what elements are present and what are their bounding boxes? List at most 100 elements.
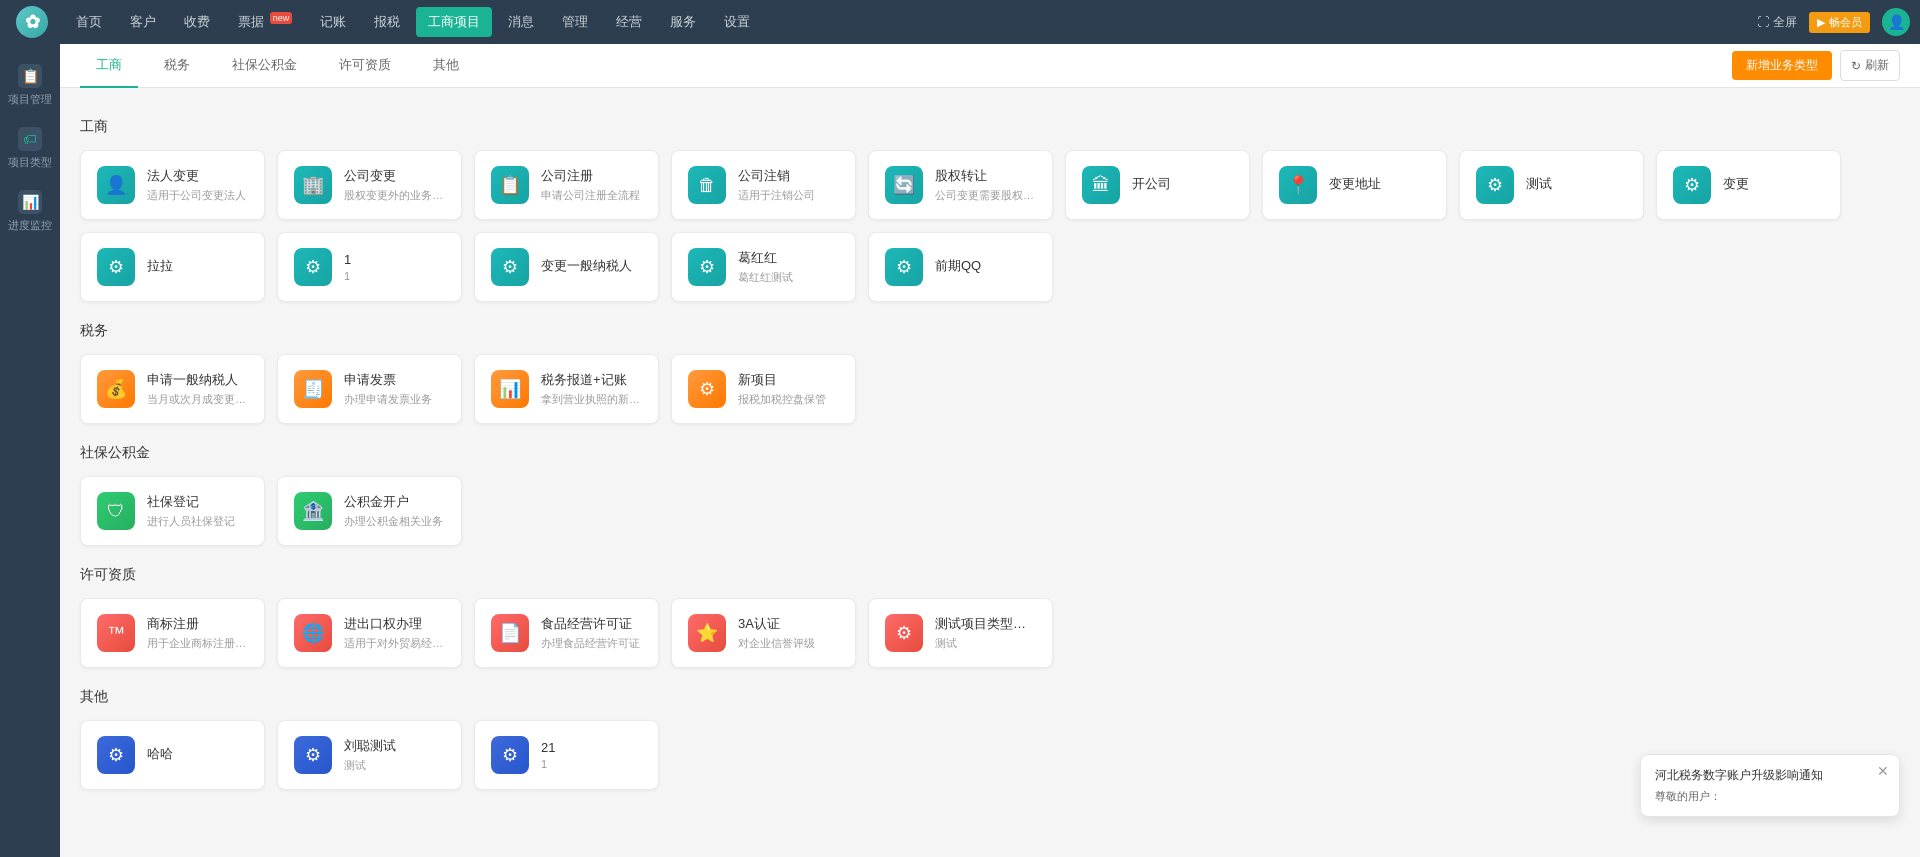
nav-gongshang[interactable]: 工商项目 — [416, 7, 492, 37]
new-type-button[interactable]: 新增业务类型 — [1732, 51, 1832, 80]
card-desc-new-project: 报税加税控盘保管 — [738, 392, 839, 407]
card-name-address: 变更地址 — [1329, 175, 1430, 193]
card-name-company-change: 公司变更 — [344, 167, 445, 185]
shuiwu-cards: 💰 申请一般纳税人 当月或次月成变更完成 🧾 申请发票 办理申请发票业务 📊 税… — [80, 354, 1900, 424]
card-name-lala: 拉拉 — [147, 257, 248, 275]
card-change-tax[interactable]: ⚙ 变更一般纳税人 — [474, 232, 659, 302]
card-icon-shebao-register: 🛡 — [97, 492, 135, 530]
card-desc-equity: 公司变更需要股权转让 — [935, 188, 1036, 203]
card-name-qqcard: 前期QQ — [935, 257, 1036, 275]
card-3a-cert[interactable]: ⭐ 3A认证 对企业信誉评级 — [671, 598, 856, 668]
nav-message[interactable]: 消息 — [496, 7, 546, 37]
nav-bookkeeping[interactable]: 记账 — [308, 7, 358, 37]
card-faren-biangeng[interactable]: 👤 法人变更 适用于公司变更法人 — [80, 150, 265, 220]
nav-operation[interactable]: 经营 — [604, 7, 654, 37]
card-fund-account[interactable]: 🏦 公积金开户 办理公积金相关业务 — [277, 476, 462, 546]
notification-text: 尊敬的用户： — [1655, 788, 1885, 805]
card-one[interactable]: ⚙ 1 1 — [277, 232, 462, 302]
xuke-cards: ™ 商标注册 用于企业商标注册服务 🌐 进出口权办理 适用于对外贸易经营者 📄 … — [80, 598, 1900, 668]
card-trademark[interactable]: ™ 商标注册 用于企业商标注册服务 — [80, 598, 265, 668]
card-company-cancel[interactable]: 🗑 公司注销 适用于注销公司 — [671, 150, 856, 220]
card-icon-21: ⚙ — [491, 736, 529, 774]
card-icon-test1: ⚙ — [1476, 166, 1514, 204]
tab-qita[interactable]: 其他 — [417, 44, 475, 88]
card-desc-company-register: 申请公司注册全流程 — [541, 188, 642, 203]
card-icon-lala: ⚙ — [97, 248, 135, 286]
nav-fee[interactable]: 收费 — [172, 7, 222, 37]
card-name-test-type: 测试项目类型自定义 — [935, 615, 1036, 633]
card-name-test1: 测试 — [1526, 175, 1627, 193]
card-desc-21: 1 — [541, 758, 642, 770]
card-new-project[interactable]: ⚙ 新项目 报税加税控盘保管 — [671, 354, 856, 424]
card-tax-plus-bookkeeping[interactable]: 📊 税务报道+记账 拿到营业执照的新公司 — [474, 354, 659, 424]
card-food-permit[interactable]: 📄 食品经营许可证 办理食品经营许可证 — [474, 598, 659, 668]
refresh-button[interactable]: ↻ 刷新 — [1840, 50, 1900, 81]
notification-title: 河北税务数字账户升级影响通知 — [1655, 767, 1885, 784]
card-name-equity: 股权转让 — [935, 167, 1036, 185]
card-open-company[interactable]: 🏛 开公司 — [1065, 150, 1250, 220]
nav-home[interactable]: 首页 — [64, 7, 114, 37]
card-desc-trademark: 用于企业商标注册服务 — [147, 636, 248, 651]
card-icon-tax-plus: 📊 — [491, 370, 529, 408]
tab-gongshang[interactable]: 工商 — [80, 44, 138, 88]
vip-button[interactable]: ▶ 畅会员 — [1809, 12, 1870, 33]
card-import-export[interactable]: 🌐 进出口权办理 适用于对外贸易经营者 — [277, 598, 462, 668]
sidebar-item-progress-monitor[interactable]: 📊 进度监控 — [0, 180, 60, 243]
card-change1[interactable]: ⚙ 变更 — [1656, 150, 1841, 220]
tab-actions: 新增业务类型 ↻ 刷新 — [1732, 50, 1900, 81]
fullscreen-btn[interactable]: ⛶ 全屏 — [1757, 14, 1797, 31]
card-desc-test-type: 测试 — [935, 636, 1036, 651]
nav-manage[interactable]: 管理 — [550, 7, 600, 37]
project-management-icon: 📋 — [18, 64, 42, 88]
tab-xuke[interactable]: 许可资质 — [323, 44, 407, 88]
card-name-3a-cert: 3A认证 — [738, 615, 839, 633]
nav-settings[interactable]: 设置 — [712, 7, 762, 37]
nav-tax[interactable]: 报税 — [362, 7, 412, 37]
avatar[interactable]: 👤 — [1882, 8, 1910, 36]
section-title-qita: 其他 — [80, 688, 1900, 706]
card-icon-apply-invoice: 🧾 — [294, 370, 332, 408]
gongshang-cards: 👤 法人变更 适用于公司变更法人 🏢 公司变更 股权变更外的业务变更 📋 公司注… — [80, 150, 1900, 302]
section-title-xuke: 许可资质 — [80, 566, 1900, 584]
card-qqcard[interactable]: ⚙ 前期QQ — [868, 232, 1053, 302]
card-haha[interactable]: ⚙ 哈哈 — [80, 720, 265, 790]
card-21[interactable]: ⚙ 21 1 — [474, 720, 659, 790]
tab-bar: 工商 税务 社保公积金 许可资质 其他 新增业务类型 ↻ 刷新 — [60, 44, 1920, 88]
nav-service[interactable]: 服务 — [658, 7, 708, 37]
logo[interactable]: ✿ — [10, 0, 54, 44]
qita-cards: ⚙ 哈哈 ⚙ 刘聪测试 测试 ⚙ 21 1 — [80, 720, 1900, 790]
card-icon-change1: ⚙ — [1673, 166, 1711, 204]
sidebar-item-project-type[interactable]: 🏷 项目类型 — [0, 117, 60, 180]
nav-right: ⛶ 全屏 ▶ 畅会员 👤 — [1757, 8, 1910, 36]
card-desc-gehonghong: 葛红红测试 — [738, 270, 839, 285]
tab-shuiwu[interactable]: 税务 — [148, 44, 206, 88]
card-apply-invoice[interactable]: 🧾 申请发票 办理申请发票业务 — [277, 354, 462, 424]
card-change-address[interactable]: 📍 变更地址 — [1262, 150, 1447, 220]
card-icon-open-company: 🏛 — [1082, 166, 1120, 204]
nav-ticket[interactable]: 票据 new — [226, 7, 304, 37]
card-icon-apply-tax: 💰 — [97, 370, 135, 408]
card-name-company-cancel: 公司注销 — [738, 167, 839, 185]
card-icon-food-permit: 📄 — [491, 614, 529, 652]
sidebar-item-project-management[interactable]: 📋 项目管理 — [0, 54, 60, 117]
card-test-type[interactable]: ⚙ 测试项目类型自定义 测试 — [868, 598, 1053, 668]
notification-close-button[interactable]: ✕ — [1877, 763, 1889, 779]
card-equity-transfer[interactable]: 🔄 股权转让 公司变更需要股权转让 — [868, 150, 1053, 220]
card-company-change[interactable]: 🏢 公司变更 股权变更外的业务变更 — [277, 150, 462, 220]
card-company-register[interactable]: 📋 公司注册 申请公司注册全流程 — [474, 150, 659, 220]
card-shebao-register[interactable]: 🛡 社保登记 进行人员社保登记 — [80, 476, 265, 546]
card-gehonghong[interactable]: ⚙ 葛红红 葛红红测试 — [671, 232, 856, 302]
card-name-open-company: 开公司 — [1132, 175, 1233, 193]
card-test1[interactable]: ⚙ 测试 — [1459, 150, 1644, 220]
card-icon-import-export: 🌐 — [294, 614, 332, 652]
nav-customer[interactable]: 客户 — [118, 7, 168, 37]
main-content: 工商 税务 社保公积金 许可资质 其他 新增业务类型 ↻ 刷新 工商 👤 法人变… — [60, 44, 1920, 857]
card-apply-tax[interactable]: 💰 申请一般纳税人 当月或次月成变更完成 — [80, 354, 265, 424]
card-lala[interactable]: ⚙ 拉拉 — [80, 232, 265, 302]
card-name-gehonghong: 葛红红 — [738, 249, 839, 267]
card-liucong-test[interactable]: ⚙ 刘聪测试 测试 — [277, 720, 462, 790]
section-title-shebao: 社保公积金 — [80, 444, 1900, 462]
card-icon-test-type: ⚙ — [885, 614, 923, 652]
tab-shebao[interactable]: 社保公积金 — [216, 44, 313, 88]
shebao-cards: 🛡 社保登记 进行人员社保登记 🏦 公积金开户 办理公积金相关业务 — [80, 476, 1900, 546]
